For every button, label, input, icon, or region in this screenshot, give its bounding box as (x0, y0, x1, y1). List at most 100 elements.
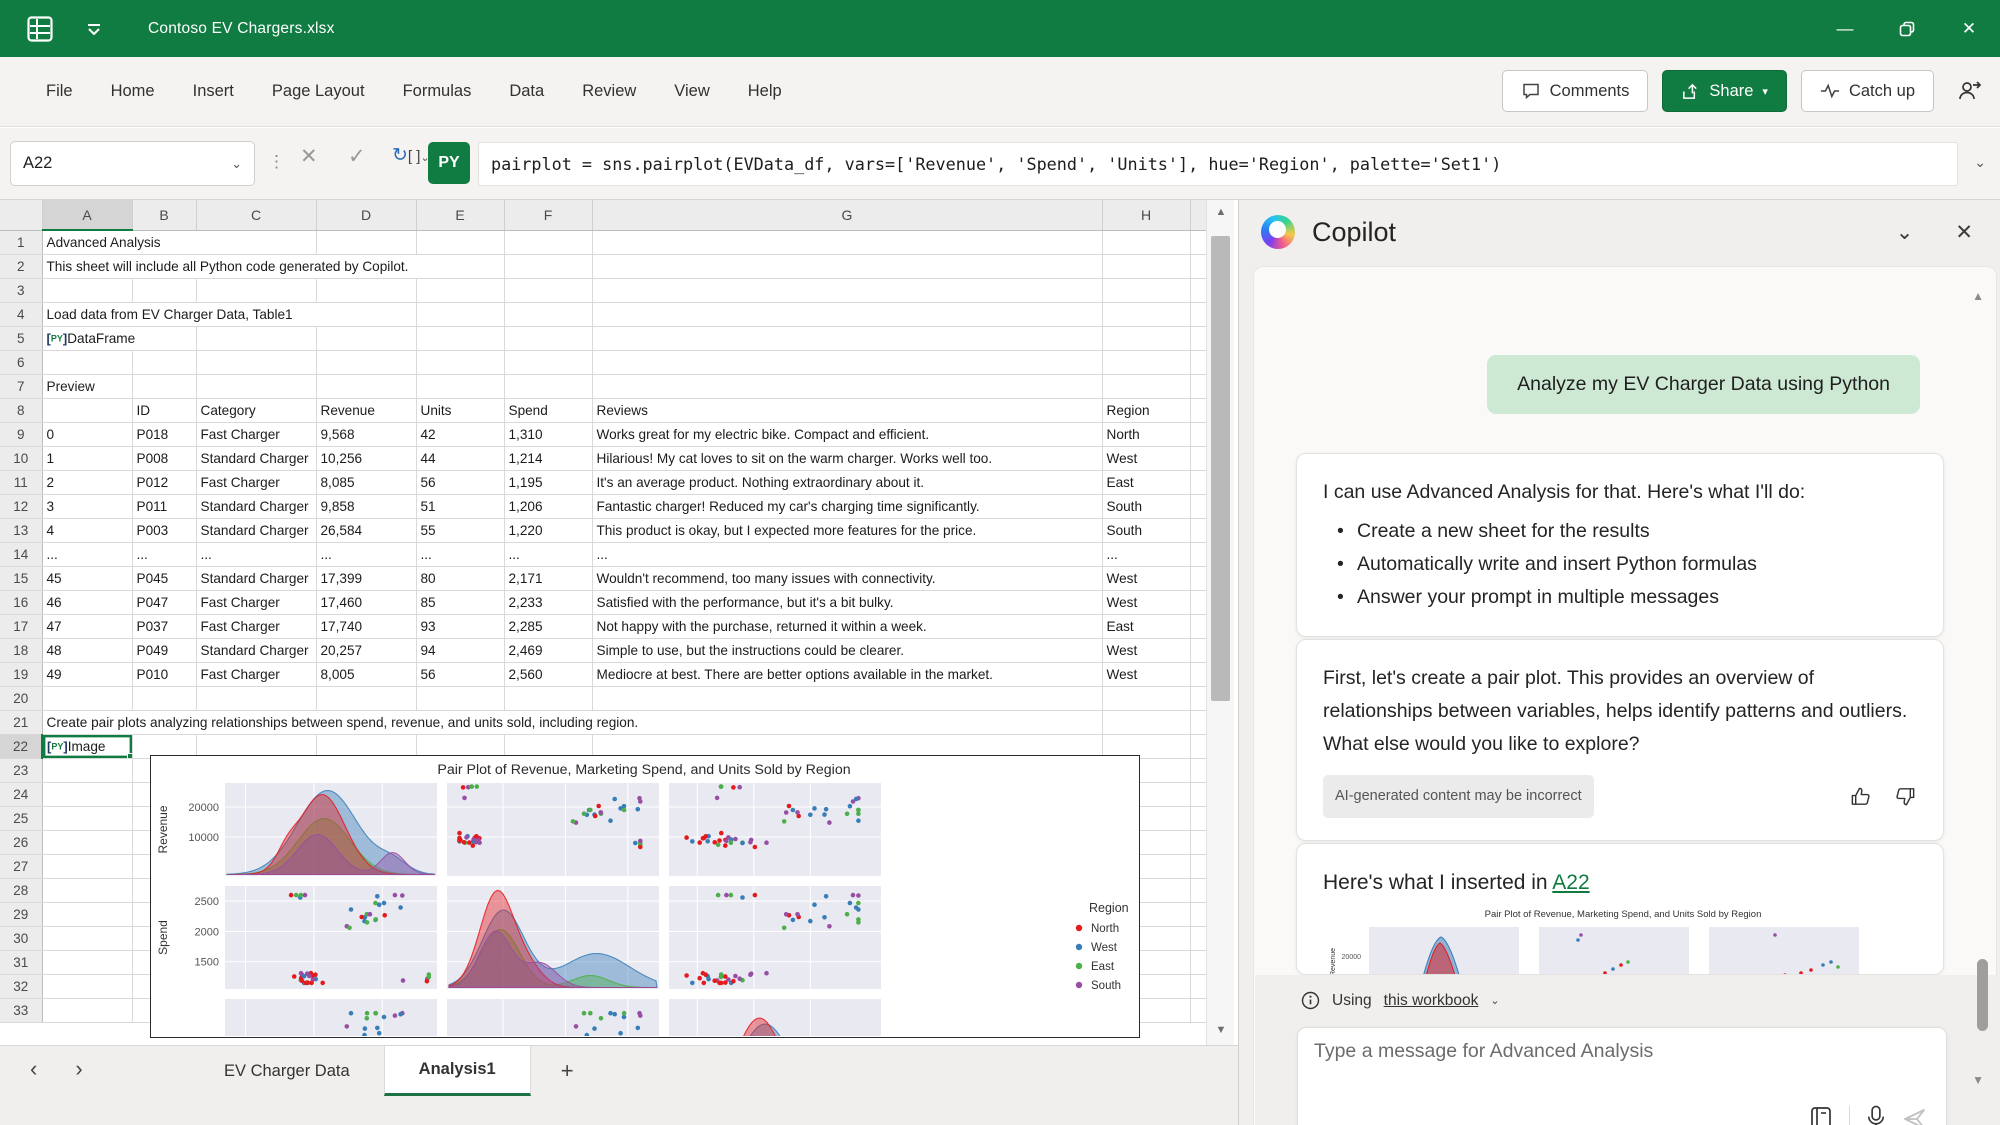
ribbon-tab-help[interactable]: Help (732, 74, 798, 109)
cell-A26[interactable] (42, 830, 132, 854)
cell-B19[interactable]: P010 (132, 662, 196, 686)
cell-A25[interactable] (42, 806, 132, 830)
cell-H14[interactable]: ... (1102, 542, 1190, 566)
cell-E18[interactable]: 94 (416, 638, 504, 662)
cell-A23[interactable] (42, 758, 132, 782)
cell-D19[interactable]: 8,005 (316, 662, 416, 686)
cell-E15[interactable]: 80 (416, 566, 504, 590)
cell-G2[interactable] (592, 254, 1102, 278)
cell-D16[interactable]: 17,460 (316, 590, 416, 614)
row-header-18[interactable]: 18 (0, 638, 42, 662)
cell-D10[interactable]: 10,256 (316, 446, 416, 470)
cell-B8[interactable]: ID (132, 398, 196, 422)
cell-G15[interactable]: Wouldn't recommend, too many issues with… (592, 566, 1102, 590)
row-header-29[interactable]: 29 (0, 902, 42, 926)
cell-F10[interactable]: 1,214 (504, 446, 592, 470)
cell-A22[interactable]: [PY]Image (42, 734, 132, 758)
cell-C10[interactable]: Standard Charger (196, 446, 316, 470)
thumbs-up-icon[interactable] (1849, 785, 1872, 808)
collapse-pane-chevron-icon[interactable]: ⌄ (1896, 220, 1914, 245)
cell-G4[interactable] (592, 302, 1102, 326)
cell-C18[interactable]: Standard Charger (196, 638, 316, 662)
formula-input[interactable]: pairplot = sns.pairplot(EVData_df, vars=… (478, 142, 1958, 186)
cell-A6[interactable] (42, 350, 132, 374)
row-header-21[interactable]: 21 (0, 710, 42, 734)
sheet-nav-left-icon[interactable]: ‹ (30, 1056, 37, 1082)
cell-E20[interactable] (416, 686, 504, 710)
cell-C14[interactable]: ... (196, 542, 316, 566)
cell-E3[interactable] (416, 278, 504, 302)
scroll-down-icon[interactable]: ▼ (1207, 1024, 1235, 1036)
message-input-box[interactable] (1297, 1027, 1947, 1125)
cell-C16[interactable]: Fast Charger (196, 590, 316, 614)
cell-B7[interactable] (132, 374, 196, 398)
cell-H16[interactable]: West (1102, 590, 1190, 614)
prompt-library-icon[interactable] (1809, 1106, 1833, 1125)
ribbon-tab-data[interactable]: Data (493, 74, 560, 109)
cell-E4[interactable] (416, 302, 504, 326)
cell-C17[interactable]: Fast Charger (196, 614, 316, 638)
cell-H18[interactable]: West (1102, 638, 1190, 662)
cell-A28[interactable] (42, 878, 132, 902)
cell-A4[interactable]: Load data from EV Charger Data, Table1 (42, 302, 416, 326)
cell-G9[interactable]: Works great for my electric bike. Compac… (592, 422, 1102, 446)
message-input[interactable] (1314, 1040, 1914, 1100)
cell-F4[interactable] (504, 302, 592, 326)
ribbon-tab-file[interactable]: File (30, 74, 89, 109)
cell-F8[interactable]: Spend (504, 398, 592, 422)
close-pane-icon[interactable]: ✕ (1955, 220, 1973, 245)
cell-B13[interactable]: P003 (132, 518, 196, 542)
row-header-5[interactable]: 5 (0, 326, 42, 350)
cell-B18[interactable]: P049 (132, 638, 196, 662)
cell-a22-link[interactable]: A22 (1552, 871, 1589, 894)
cell-E1[interactable] (416, 230, 504, 254)
confirm-entry-icon[interactable]: ✓ (348, 144, 366, 169)
cell-F2[interactable] (504, 254, 592, 278)
cell-G11[interactable]: It's an average product. Nothing extraor… (592, 470, 1102, 494)
cell-H2[interactable] (1102, 254, 1190, 278)
cell-C8[interactable]: Category (196, 398, 316, 422)
cell-F5[interactable] (504, 326, 592, 350)
cell-A18[interactable]: 48 (42, 638, 132, 662)
cell-B15[interactable]: P045 (132, 566, 196, 590)
row-header-10[interactable]: 10 (0, 446, 42, 470)
row-header-2[interactable]: 2 (0, 254, 42, 278)
sheet-nav-right-icon[interactable]: › (75, 1056, 82, 1082)
minimize-button[interactable]: — (1814, 0, 1876, 57)
cell-G19[interactable]: Mediocre at best. There are better optio… (592, 662, 1102, 686)
cell-C13[interactable]: Standard Charger (196, 518, 316, 542)
close-button[interactable]: ✕ (1938, 0, 2000, 57)
cell-A1[interactable]: Advanced Analysis (42, 230, 316, 254)
row-header-4[interactable]: 4 (0, 302, 42, 326)
cell-F18[interactable]: 2,469 (504, 638, 592, 662)
row-header-26[interactable]: 26 (0, 830, 42, 854)
row-header-24[interactable]: 24 (0, 782, 42, 806)
cell-B11[interactable]: P012 (132, 470, 196, 494)
cell-A14[interactable]: ... (42, 542, 132, 566)
cell-E5[interactable] (416, 326, 504, 350)
cell-G5[interactable] (592, 326, 1102, 350)
cell-D5[interactable] (316, 326, 416, 350)
cell-H15[interactable]: West (1102, 566, 1190, 590)
cell-H4[interactable] (1102, 302, 1190, 326)
cell-G6[interactable] (592, 350, 1102, 374)
cell-A24[interactable] (42, 782, 132, 806)
cell-G20[interactable] (592, 686, 1102, 710)
cell-G12[interactable]: Fantastic charger! Reduced my car's char… (592, 494, 1102, 518)
quick-access-chevron-icon[interactable] (86, 23, 102, 35)
row-header-15[interactable]: 15 (0, 566, 42, 590)
cell-H21[interactable] (1102, 710, 1190, 734)
pane-scroll-thumb[interactable] (1977, 959, 1988, 1031)
row-header-13[interactable]: 13 (0, 518, 42, 542)
cell-E13[interactable]: 55 (416, 518, 504, 542)
cell-G17[interactable]: Not happy with the purchase, returned it… (592, 614, 1102, 638)
column-header-H[interactable]: H (1102, 200, 1190, 230)
python-recalculate-icon[interactable]: ↻[ ]⌄ (392, 144, 430, 167)
microphone-icon[interactable] (1866, 1105, 1886, 1125)
row-header-9[interactable]: 9 (0, 422, 42, 446)
share-people-icon[interactable] (1956, 79, 1982, 103)
column-header-G[interactable]: G (592, 200, 1102, 230)
cell-C20[interactable] (196, 686, 316, 710)
column-header-F[interactable]: F (504, 200, 592, 230)
row-header-7[interactable]: 7 (0, 374, 42, 398)
